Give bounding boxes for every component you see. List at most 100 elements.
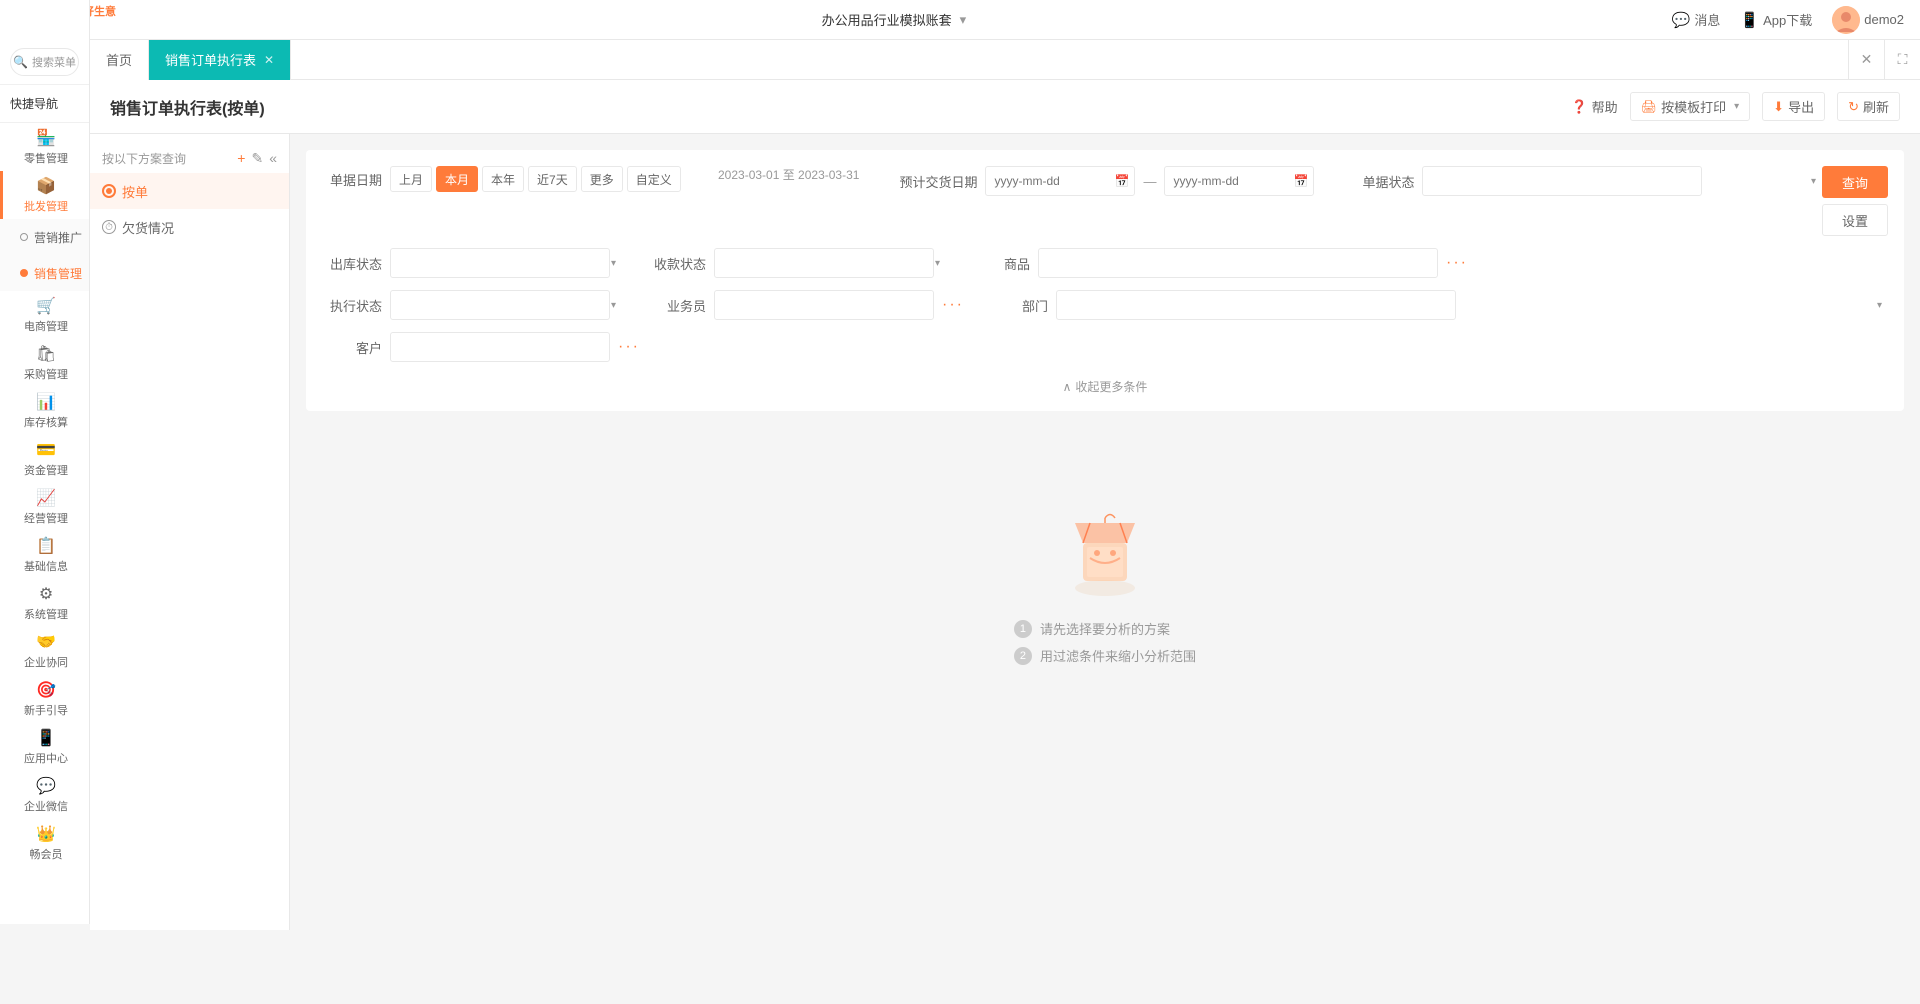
customer-dots[interactable]: ··· <box>618 338 640 356</box>
sidebar-item-basic[interactable]: 📋 基础信息 <box>0 531 89 579</box>
debt-icon: ⏱ <box>105 222 113 233</box>
sidebar-item-ecommerce[interactable]: 🛒 电商管理 <box>0 291 89 339</box>
print-dropdown-icon[interactable]: ▾ <box>1734 101 1739 112</box>
filter-row-1: 单据日期 上月 本月 本年 近7天 更多 自定义 2023-03-01 至 20… <box>322 166 1888 236</box>
sidebar-item-label-wechat: 企业微信 <box>24 798 68 814</box>
salesperson-input[interactable] <box>714 290 934 320</box>
sidebar-item-inventory[interactable]: 📊 库存核算 <box>0 387 89 435</box>
marketing-dot <box>20 233 28 241</box>
exec-status-filter: 执行状态 <box>322 290 622 320</box>
purchase-icon: 🛍 <box>36 344 56 364</box>
sidebar-item-label-newbie: 新手引导 <box>24 702 68 718</box>
salesperson-filter: 业务员 ··· <box>646 290 964 320</box>
retail-icon: 🏪 <box>36 128 56 148</box>
sidebar-item-wholesale[interactable]: 📦 批发管理 <box>0 171 89 219</box>
sidebar-item-system[interactable]: ⚙ 系统管理 <box>0 579 89 627</box>
newbie-icon: 🎯 <box>36 680 56 700</box>
expected-date-label: 预计交货日期 <box>899 172 977 191</box>
window-close-btn[interactable]: ✕ <box>1848 40 1884 80</box>
sidebar-item-finance[interactable]: 💳 资金管理 <box>0 435 89 483</box>
plan-item-debt[interactable]: ⏱ 欠货情况 <box>90 209 289 245</box>
plan-item-order-label: 按单 <box>122 182 148 201</box>
export-icon: ⬇ <box>1773 99 1784 115</box>
message-icon: 💬 <box>1672 11 1691 29</box>
app-icon: 📱 <box>1740 11 1759 29</box>
sidebar-item-wechat[interactable]: 💬 企业微信 <box>0 771 89 819</box>
ship-status-label: 出库状态 <box>322 254 382 273</box>
expected-date-start[interactable] <box>985 166 1135 196</box>
dropdown-icon[interactable]: ▾ <box>960 12 967 28</box>
empty-tip-2: 2 用过滤条件来缩小分析范围 <box>1014 646 1196 665</box>
empty-state: 1 请先选择要分析的方案 2 用过滤条件来缩小分析范围 <box>306 423 1904 745</box>
sidebar-item-apps[interactable]: 📱 应用中心 <box>0 723 89 771</box>
goods-label: 商品 <box>970 254 1030 273</box>
tab-sales-order-exec-label: 销售订单执行表 <box>165 50 256 69</box>
sidebar-sub-sales[interactable]: 销售管理 <box>0 255 89 291</box>
plan-item-order[interactable]: 按单 <box>90 173 289 209</box>
tab-window-controls: ✕ ⛶ <box>1848 40 1920 80</box>
refresh-btn[interactable]: ↻ 刷新 <box>1837 92 1900 121</box>
customer-input[interactable] <box>390 332 610 362</box>
sidebar-item-label-system: 系统管理 <box>24 606 68 622</box>
search-icon: 🔍 <box>13 55 28 69</box>
collapse-panel-btn[interactable]: « <box>269 150 277 167</box>
date-range-text: 2023-03-01 至 2023-03-31 <box>718 166 859 183</box>
topbar: 畅 畅捷通好生意 标准版 办公用品行业模拟账套 ▾ 💬 消息 📱 App下载 d… <box>0 0 1920 40</box>
sidebar-item-label-wholesale: 批发管理 <box>24 198 68 214</box>
user-area[interactable]: demo2 <box>1832 6 1904 34</box>
dept-select[interactable] <box>1056 290 1456 320</box>
sidebar-item-newbie[interactable]: 🎯 新手引导 <box>0 675 89 723</box>
date-btn-custom[interactable]: 自定义 <box>627 166 681 192</box>
sidebar-item-operations[interactable]: 📈 经营管理 <box>0 483 89 531</box>
help-btn[interactable]: ❓ 帮助 <box>1571 97 1617 116</box>
goods-input[interactable] <box>1038 248 1438 278</box>
main-area: 销售订单执行表(按单) ❓ 帮助 🖨 按模板打印 ▾ ⬇ 导出 ↻ 刷新 <box>90 80 1920 930</box>
sidebar-item-purchase[interactable]: 🛍 采购管理 <box>0 339 89 387</box>
dept-select-wrap <box>1056 290 1888 320</box>
payment-status-select[interactable] <box>714 248 934 278</box>
payment-status-select-wrap <box>714 248 946 278</box>
tab-sales-order-exec[interactable]: 销售订单执行表 ✕ <box>149 40 291 80</box>
ship-status-select[interactable] <box>390 248 610 278</box>
expected-date-end[interactable] <box>1164 166 1314 196</box>
app-download-btn[interactable]: 📱 App下载 <box>1740 10 1812 29</box>
settings-btn[interactable]: 设置 <box>1822 204 1888 236</box>
goods-dots[interactable]: ··· <box>1446 254 1468 272</box>
sidebar-sub-marketing[interactable]: 营销推广 <box>0 219 89 255</box>
exec-status-select[interactable] <box>390 290 610 320</box>
exec-status-label: 执行状态 <box>322 296 382 315</box>
sales-dot <box>20 269 28 277</box>
payment-status-label: 收款状态 <box>646 254 706 273</box>
sidebar-item-retail[interactable]: 🏪 零售管理 <box>0 123 89 171</box>
message-btn[interactable]: 💬 消息 <box>1672 10 1721 29</box>
collapse-conditions-btn[interactable]: ∧ 收起更多条件 <box>322 370 1888 395</box>
date-btn-more[interactable]: 更多 <box>581 166 623 192</box>
topbar-center[interactable]: 办公用品行业模拟账套 ▾ <box>822 10 967 29</box>
search-menu-btn[interactable]: 🔍 搜索菜单 <box>10 48 79 76</box>
order-status-select[interactable] <box>1422 166 1702 196</box>
date-btn-7days[interactable]: 近7天 <box>528 166 577 192</box>
collapse-icon: ∧ <box>1063 380 1072 394</box>
sidebar-item-member[interactable]: 👑 畅会员 <box>0 819 89 867</box>
edit-plan-btn[interactable]: ✎ <box>251 150 263 167</box>
query-btn[interactable]: 查询 <box>1822 166 1888 198</box>
salesperson-dots[interactable]: ··· <box>942 296 964 314</box>
customer-filter: 客户 ··· <box>322 332 640 362</box>
sidebar-item-enterprise[interactable]: 🤝 企业协同 <box>0 627 89 675</box>
sidebar-sub-marketing-label: 营销推广 <box>34 229 82 246</box>
filter-row-4: 客户 ··· <box>322 332 1888 362</box>
date-btn-last-month[interactable]: 上月 <box>390 166 432 192</box>
date-btn-this-year[interactable]: 本年 <box>482 166 524 192</box>
dept-label: 部门 <box>988 296 1048 315</box>
window-maximize-btn[interactable]: ⛶ <box>1884 40 1920 80</box>
tip-num-1: 1 <box>1014 620 1032 638</box>
print-btn[interactable]: 🖨 按模板打印 ▾ <box>1630 92 1751 121</box>
tab-close-btn[interactable]: ✕ <box>264 53 274 67</box>
tab-home[interactable]: 首页 <box>90 40 149 80</box>
export-btn[interactable]: ⬇ 导出 <box>1762 92 1825 121</box>
add-plan-btn[interactable]: + <box>237 150 245 167</box>
date-btn-this-month[interactable]: 本月 <box>436 166 478 192</box>
apps-icon: 📱 <box>36 728 56 748</box>
dept-filter: 部门 <box>988 290 1888 320</box>
operations-icon: 📈 <box>36 488 56 508</box>
